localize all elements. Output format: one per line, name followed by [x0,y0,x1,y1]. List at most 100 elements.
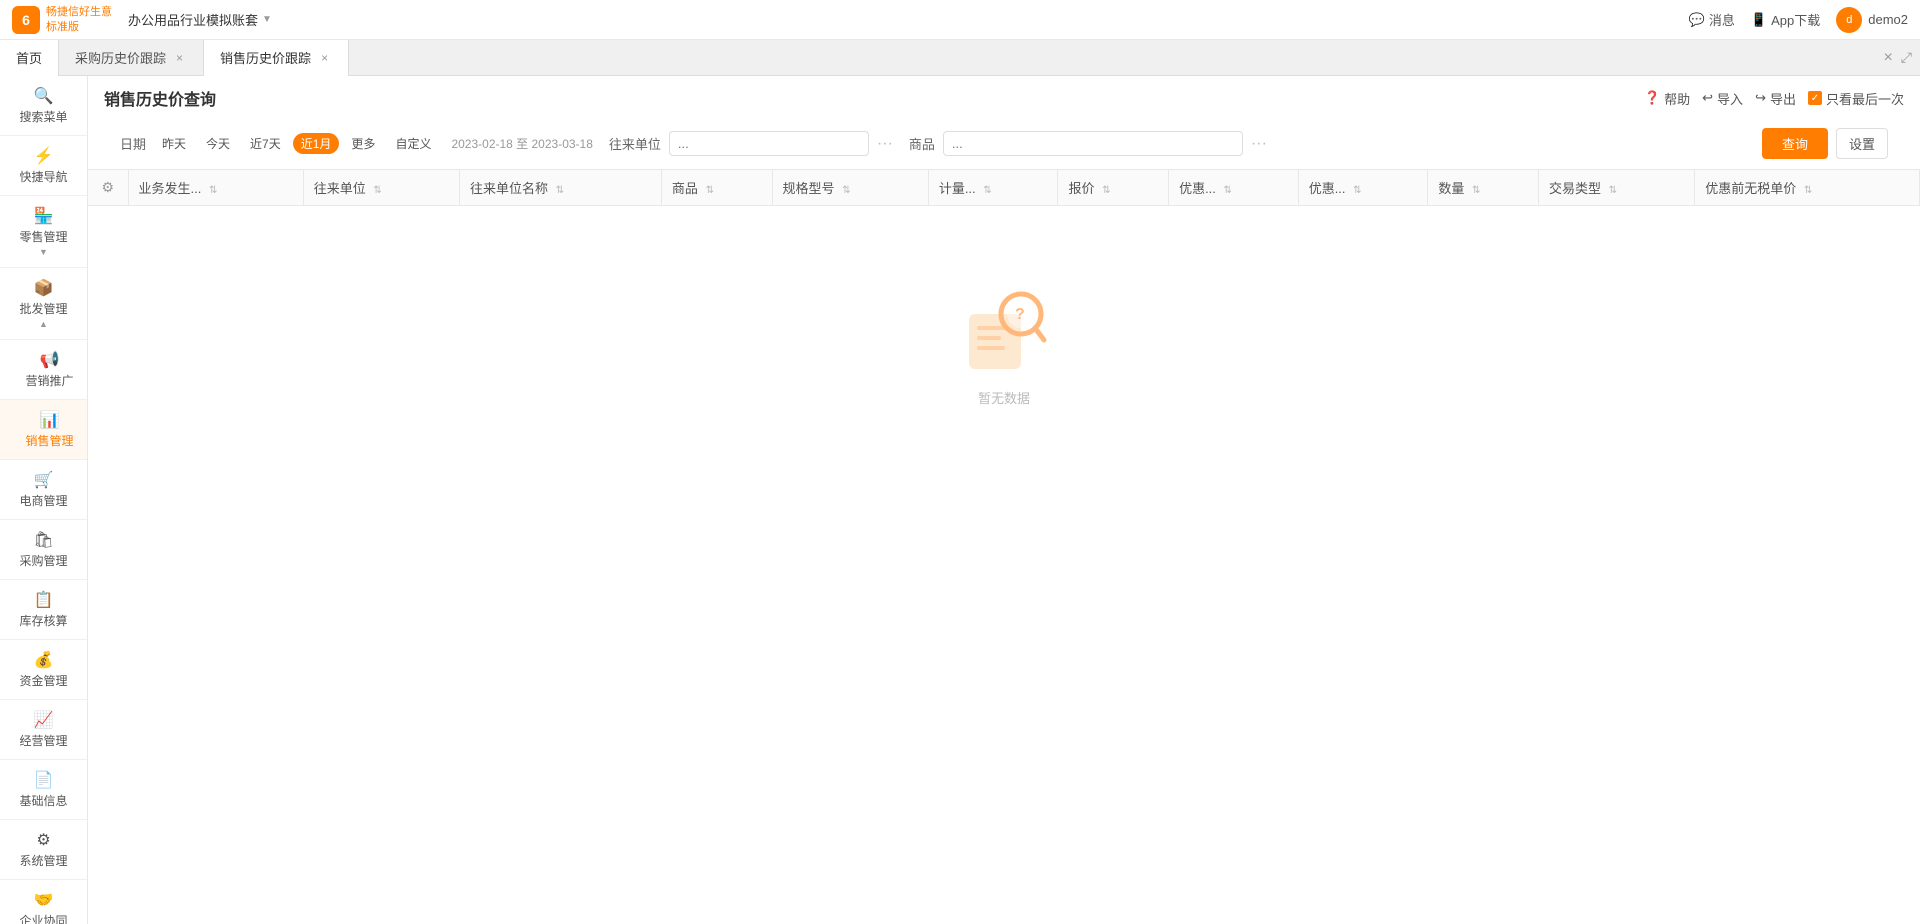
user-avatar: d [1836,7,1862,33]
checkbox-checked-icon: ✓ [1808,91,1822,105]
system-icon: ⚙ [36,830,50,850]
sidebar-sales-label: 销售管理 [25,432,73,449]
header-right: 💬 消息 📱 App下载 d demo2 [1689,7,1908,33]
download-icon: 📱 [1751,12,1767,28]
sidebar-item-quick-nav[interactable]: ⚡ 快捷导航 [0,136,87,196]
tab-expand-icon[interactable]: ⤢ [1901,49,1912,66]
date-chip-custom[interactable]: 自定义 [387,133,439,154]
sidebar-system-label: 系统管理 [19,852,67,869]
date-chip-today[interactable]: 今天 [198,133,238,154]
col-discount1[interactable]: 优惠... ⇅ [1169,170,1299,206]
data-table: ⚙ 业务发生... ⇅ 往来单位 ⇅ 往来单位名称 ⇅ [88,170,1920,206]
sort-trade-type: ⇅ [1609,185,1617,196]
sort-price: ⇅ [1102,185,1110,196]
export-button[interactable]: ↪ 导出 [1755,89,1796,108]
message-button[interactable]: 💬 消息 [1689,10,1735,29]
sort-spec: ⇅ [842,185,850,196]
sidebar-item-marketing[interactable]: 📢 营销推广 [0,340,87,400]
col-qty[interactable]: 数量 ⇅ [1428,170,1539,206]
col-trade-type[interactable]: 交易类型 ⇅ [1538,170,1694,206]
tab-close-all-icon[interactable]: × [1883,49,1892,67]
product-filter-group: 商品 ··· [909,131,1267,156]
wholesale-arrow-icon: ▲ [39,319,48,329]
sidebar-marketing-label: 营销推广 [25,372,73,389]
sidebar-item-enterprise[interactable]: 🤝 企业协同 [0,880,87,924]
sidebar-item-finance[interactable]: 💰 资金管理 [0,640,87,700]
filter-row: 日期 昨天 今天 近7天 近1月 更多 自定义 2023-02-18 至 202… [104,120,1904,169]
import-icon: ↩ [1702,90,1713,106]
sidebar-item-sales[interactable]: 📊 销售管理 [0,400,87,460]
avatar-initial: d [1846,14,1852,26]
col-price[interactable]: 报价 ⇅ [1058,170,1169,206]
basic-info-icon: 📄 [34,770,54,790]
settings-button[interactable]: 设置 [1836,128,1888,159]
logo-area: 6 畅捷信好生意 标准版 [12,5,112,34]
tab-sales-close[interactable]: × [317,49,332,67]
only-last-checkbox[interactable]: ✓ 只看最后一次 [1808,89,1904,108]
sidebar-item-inventory[interactable]: 📋 库存核算 [0,580,87,640]
sidebar-quick-nav-label: 快捷导航 [19,168,67,185]
col-partner-code[interactable]: 往来单位 ⇅ [303,170,459,206]
sort-pre-tax-price: ⇅ [1804,185,1812,196]
sort-discount2: ⇅ [1353,185,1361,196]
sort-discount1: ⇅ [1224,185,1232,196]
product-label: 商品 [909,134,935,153]
col-spec[interactable]: 规格型号 ⇅ [772,170,928,206]
user-name: demo2 [1868,12,1908,27]
partner-label: 往来单位 [609,134,661,153]
col-product[interactable]: 商品 ⇅ [661,170,772,206]
tab-home[interactable]: 首页 [0,40,59,76]
partner-search-icon[interactable]: ··· [877,135,893,153]
date-chip-more[interactable]: 更多 [343,133,383,154]
page-header: 销售历史价查询 ❓ 帮助 ↩ 导入 ↪ 导出 ✓ [88,76,1920,170]
import-button[interactable]: ↩ 导入 [1702,89,1743,108]
tab-purchase-history[interactable]: 采购历史价跟踪 × [59,40,204,76]
date-chip-7days[interactable]: 近7天 [242,133,289,154]
tab-purchase-close[interactable]: × [172,49,187,67]
help-button[interactable]: ❓ 帮助 [1644,89,1690,108]
help-icon: ❓ [1644,90,1660,106]
product-input[interactable] [943,131,1243,156]
sidebar-ecommerce-label: 电商管理 [19,492,67,509]
date-filter-group: 日期 昨天 今天 近7天 近1月 更多 自定义 2023-02-18 至 202… [120,133,593,154]
user-area[interactable]: d demo2 [1836,7,1908,33]
col-unit[interactable]: 计量... ⇅ [928,170,1058,206]
col-biz-date[interactable]: 业务发生... ⇅ [128,170,303,206]
col-discount2[interactable]: 优惠... ⇅ [1298,170,1428,206]
product-search-icon[interactable]: ··· [1251,135,1267,153]
sidebar-item-system[interactable]: ⚙ 系统管理 [0,820,87,880]
col-pre-tax-price[interactable]: 优惠前无税单价 ⇅ [1695,170,1920,206]
tab-home-label: 首页 [16,48,42,67]
search-icon: 🔍 [34,86,54,106]
sidebar-item-basic-info[interactable]: 📄 基础信息 [0,760,87,820]
tab-bar: 首页 采购历史价跟踪 × 销售历史价跟踪 × × ⤢ [0,40,1920,76]
col-partner-name[interactable]: 往来单位名称 ⇅ [460,170,662,206]
app-selector[interactable]: 办公用品行业模拟账套 ▼ [120,6,280,33]
date-chip-yesterday[interactable]: 昨天 [154,133,194,154]
sidebar-retail-label: 零售管理 [19,228,67,245]
download-button[interactable]: 📱 App下载 [1751,10,1820,29]
query-button[interactable]: 查询 [1762,128,1828,159]
sort-unit: ⇅ [983,185,991,196]
app-logo-icon: 6 [12,6,40,34]
col-settings[interactable]: ⚙ [88,170,128,206]
export-icon: ↪ [1755,90,1766,106]
sidebar-finance-label: 资金管理 [19,672,67,689]
sidebar-item-purchase[interactable]: 🛍 采购管理 [0,520,87,580]
sidebar-item-operations[interactable]: 📈 经营管理 [0,700,87,760]
date-label: 日期 [120,134,146,153]
partner-filter-group: 往来单位 ··· [609,131,893,156]
tab-sales-history[interactable]: 销售历史价跟踪 × [204,40,349,76]
sidebar-item-retail[interactable]: 🏪 零售管理 ▼ [0,196,87,268]
sidebar-item-search[interactable]: 🔍 搜索菜单 [0,76,87,136]
logo-char: 6 [22,12,30,28]
export-label: 导出 [1770,89,1796,108]
tab-sales-label: 销售历史价跟踪 [220,48,311,67]
empty-icon: ? [959,286,1049,376]
sort-qty: ⇅ [1472,185,1480,196]
table-settings-icon[interactable]: ⚙ [101,179,114,195]
partner-input[interactable] [669,131,869,156]
sidebar-item-ecommerce[interactable]: 🛒 电商管理 [0,460,87,520]
sidebar-item-wholesale[interactable]: 📦 批发管理 ▲ [0,268,87,340]
date-chip-1month[interactable]: 近1月 [293,133,340,154]
